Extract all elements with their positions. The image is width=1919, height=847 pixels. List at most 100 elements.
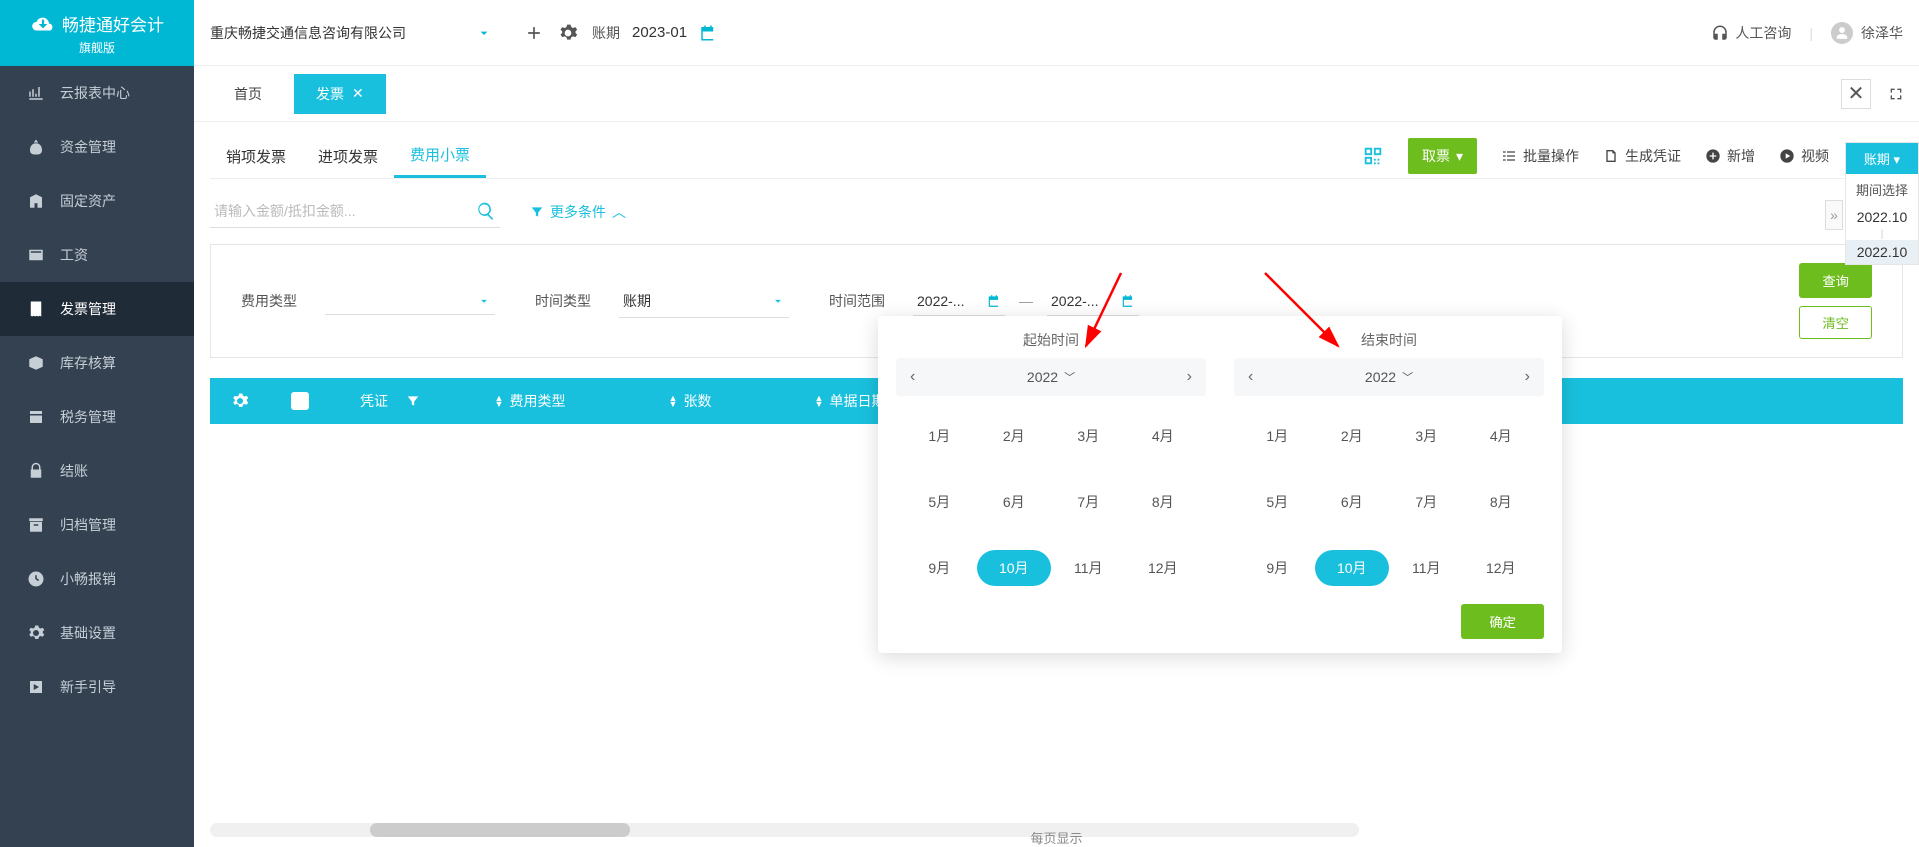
company-picker[interactable]: 重庆畅捷交通信息咨询有限公司 [210,23,510,43]
months-grid-a: 1月2月3月4月 5月6月7月8月 9月10月11月12月 [896,396,1206,596]
month-option[interactable]: 3月 [1051,418,1126,454]
batch-action-button[interactable]: 批量操作 [1501,146,1579,166]
sidebar-item-archive[interactable]: 归档管理 [0,498,194,552]
calendar-icon[interactable] [699,24,717,42]
select-all-checkbox[interactable] [270,392,330,410]
time-type-select[interactable]: 账期 [619,285,789,318]
month-option[interactable]: 2月 [1315,418,1390,454]
clear-button[interactable]: 清空 [1799,306,1872,339]
year-a[interactable]: 2022﹀ [1027,369,1075,385]
sub-tab-purchase[interactable]: 进项发票 [302,136,394,177]
get-ticket-button[interactable]: 取票 ▾ [1408,138,1477,174]
month-option[interactable]: 5月 [902,484,977,520]
month-option[interactable]: 1月 [902,418,977,454]
sidebar-item-fixed-assets[interactable]: 固定资产 [0,174,194,228]
sidebar-item-report-center[interactable]: 云报表中心 [0,66,194,120]
month-option[interactable]: 6月 [1315,484,1390,520]
month-option[interactable]: 2月 [977,418,1052,454]
date-from-input[interactable]: 2022-... [913,287,1005,316]
add-icon[interactable] [524,23,544,43]
next-year-a[interactable]: › [1187,368,1192,386]
search-icon[interactable] [476,201,496,221]
sub-tab-expense[interactable]: 费用小票 [394,134,486,178]
receipt-icon [26,299,46,319]
month-option[interactable]: 10月 [1315,550,1390,586]
filter-funnel-icon[interactable] [406,394,420,408]
month-option[interactable]: 12月 [1464,550,1539,586]
month-option[interactable]: 9月 [902,550,977,586]
month-option[interactable]: 7月 [1389,484,1464,520]
sidebar-item-salary[interactable]: 工资 [0,228,194,282]
cloud-upload-icon [30,11,56,37]
brand-name: 畅捷通好会计 [62,11,164,36]
month-option[interactable]: 5月 [1240,484,1315,520]
col-fee-type[interactable]: ▲▼ 费用类型 [450,391,610,411]
settings-gear-icon[interactable] [558,23,578,43]
fullscreen-icon[interactable] [1881,79,1911,109]
month-option[interactable]: 6月 [977,484,1052,520]
sidebar-item-label: 税务管理 [60,407,116,427]
month-option[interactable]: 11月 [1389,550,1464,586]
fee-type-select[interactable] [325,288,495,315]
sidebar-item-funds[interactable]: 资金管理 [0,120,194,174]
time-type-label: 时间类型 [535,291,605,311]
user-name: 徐泽华 [1861,23,1903,43]
consult-link[interactable]: 人工咨询 [1711,23,1791,43]
month-option[interactable]: 12月 [1126,550,1201,586]
sort-icon: ▲▼ [669,395,678,407]
header: 重庆畅捷交通信息咨询有限公司 账期 2023-01 人工咨询 | 徐泽华 [194,0,1919,66]
year-b[interactable]: 2022﹀ [1365,369,1413,385]
period-head[interactable]: 账期 ▾ [1846,143,1918,174]
month-option[interactable]: 8月 [1464,484,1539,520]
chevron-down-icon: ﹀ [1064,369,1075,385]
sort-icon: ▲▼ [815,395,824,407]
period-collapse-icon[interactable]: » [1825,200,1843,230]
next-year-b[interactable]: › [1525,368,1530,386]
video-button[interactable]: 视频 [1779,146,1829,166]
month-option[interactable]: 7月 [1051,484,1126,520]
period-to[interactable]: 2022.10 [1846,240,1918,264]
user-menu[interactable]: 徐泽华 [1831,22,1903,44]
prev-year-b[interactable]: ‹ [1248,368,1253,386]
period-from[interactable]: 2022.10 [1846,205,1918,229]
page-tabs: 首页 发票 ✕ ✕ [194,66,1919,122]
month-option[interactable]: 9月 [1240,550,1315,586]
add-button[interactable]: 新增 [1705,146,1755,166]
sub-tab-sales[interactable]: 销项发票 [210,136,302,177]
col-qty[interactable]: ▲▼ 张数 [610,391,770,411]
month-option[interactable]: 4月 [1464,418,1539,454]
month-option[interactable]: 10月 [977,550,1052,586]
more-conditions-toggle[interactable]: 更多条件 ︿ [530,202,626,222]
column-settings-icon[interactable] [210,392,270,410]
tab-invoice[interactable]: 发票 ✕ [294,74,386,114]
sidebar-item-tax[interactable]: 税务管理 [0,390,194,444]
search-button[interactable]: 查询 [1799,263,1872,298]
sidebar-item-invoice[interactable]: 发票管理 [0,282,194,336]
sidebar-item-reimburse[interactable]: 小畅报销 [0,552,194,606]
tabs-close-all[interactable]: ✕ [1841,79,1871,109]
confirm-button[interactable]: 确定 [1461,604,1544,639]
month-option[interactable]: 4月 [1126,418,1201,454]
chevron-down-icon: ▾ [1456,148,1463,165]
box-icon [26,353,46,373]
month-option[interactable]: 11月 [1051,550,1126,586]
qr-icon[interactable] [1362,145,1384,167]
end-date-column: 结束时间 ‹ 2022﹀ › 1月2月3月4月5月6月7月8月9月10月11月1… [1234,330,1544,596]
sidebar-item-inventory[interactable]: 库存核算 [0,336,194,390]
sidebar: 畅捷通好会计 旗舰版 云报表中心 资金管理 固定资产 工资 发票管理 库存核算 [0,0,194,847]
month-option[interactable]: 3月 [1389,418,1464,454]
col-voucher[interactable]: 凭证 [330,391,450,411]
chevron-down-icon [477,294,491,308]
date-to-input[interactable]: 2022-... [1047,287,1139,316]
sidebar-item-settings[interactable]: 基础设置 [0,606,194,660]
month-option[interactable]: 1月 [1240,418,1315,454]
gen-voucher-button[interactable]: 生成凭证 [1603,146,1681,166]
tab-home[interactable]: 首页 [212,74,284,114]
prev-year-a[interactable]: ‹ [910,368,915,386]
sidebar-item-label: 云报表中心 [60,83,130,103]
sidebar-item-close-account[interactable]: 结账 [0,444,194,498]
close-icon[interactable]: ✕ [352,85,364,102]
search-input[interactable] [210,195,500,227]
month-option[interactable]: 8月 [1126,484,1201,520]
sidebar-item-guide[interactable]: 新手引导 [0,660,194,714]
